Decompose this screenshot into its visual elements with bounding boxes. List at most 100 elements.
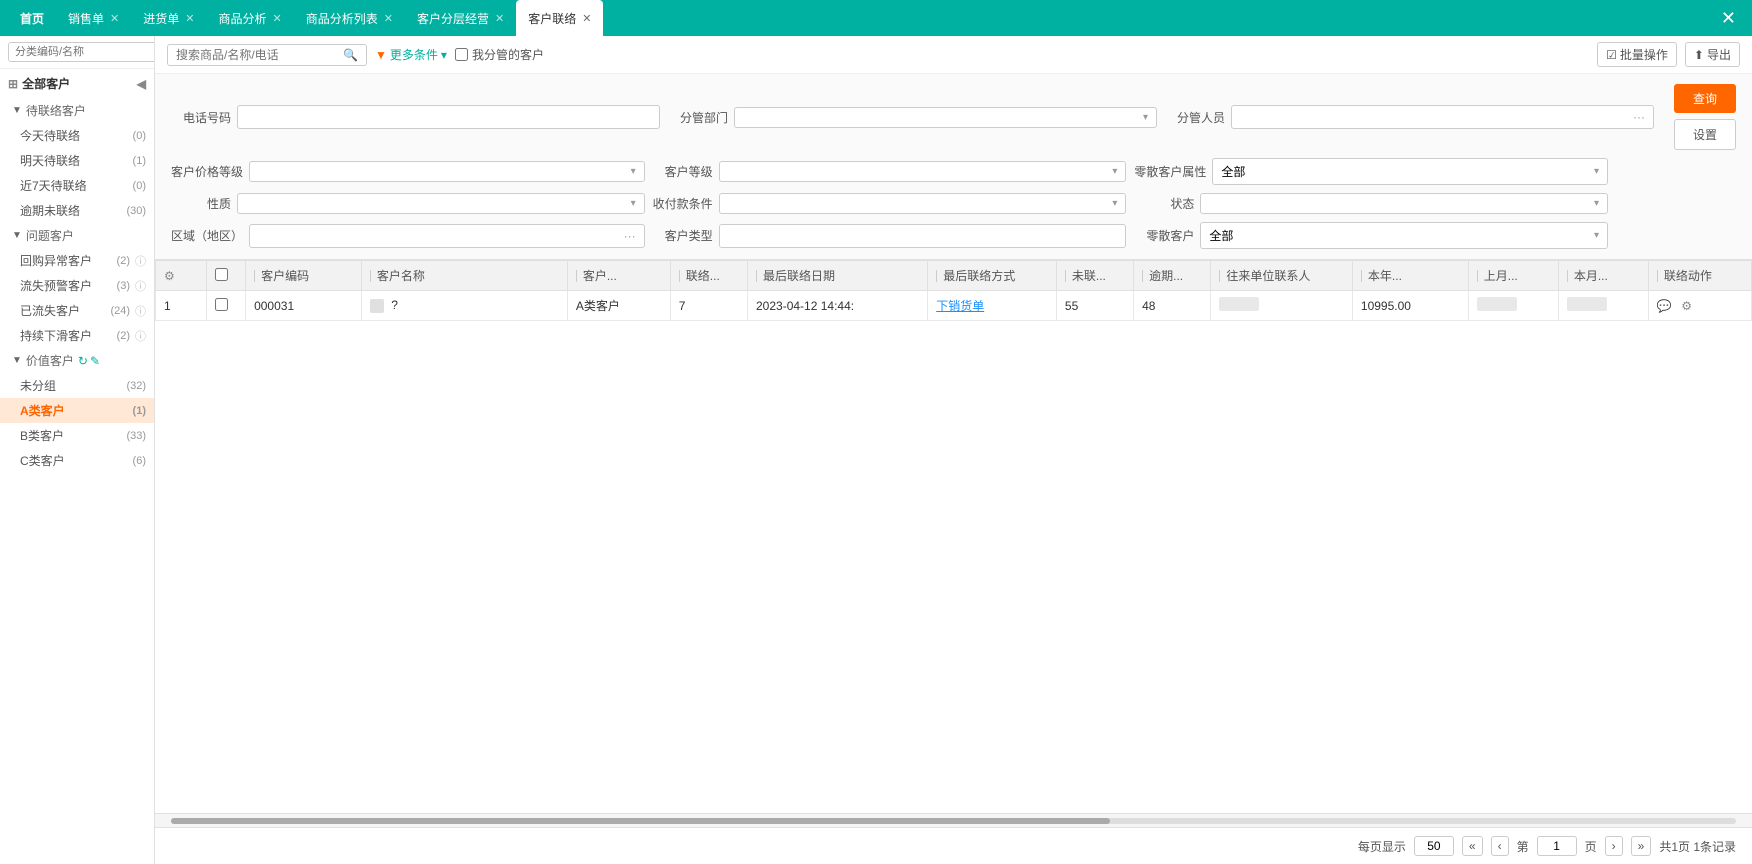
- price-level-select[interactable]: ▾: [249, 161, 645, 182]
- nav-tab-analysis[interactable]: 商品分析 ✕: [206, 0, 293, 36]
- nav-tab-sales[interactable]: 销售单 ✕: [56, 0, 131, 36]
- my-customers-label: 我分管的客户: [472, 46, 544, 63]
- sidebar-item-a-class[interactable]: A类客户 (1): [0, 398, 154, 423]
- close-icon[interactable]: ✕: [273, 12, 282, 25]
- region-select[interactable]: ···: [249, 224, 645, 248]
- status-select[interactable]: ▾: [1200, 193, 1608, 214]
- name-avatar: [370, 299, 384, 313]
- col-contact2-label: 往来单位联系人: [1226, 267, 1310, 284]
- settings-icon[interactable]: ⚙: [164, 269, 175, 283]
- group-problem-customers[interactable]: ▼ 问题客户: [0, 223, 154, 248]
- nav-tab-customer-contact-label: 客户联络: [528, 10, 576, 27]
- customer-name-text: ?: [391, 298, 398, 312]
- more-filter-button[interactable]: ▼ 更多条件 ▾: [375, 46, 447, 63]
- close-icon[interactable]: ✕: [110, 12, 119, 25]
- cell-name: ?: [361, 291, 567, 321]
- chevron-down-icon: ▾: [1112, 198, 1117, 209]
- action-chat-icon[interactable]: 💬: [1657, 299, 1672, 313]
- nav-tab-analysis-list[interactable]: 商品分析列表 ✕: [294, 0, 405, 36]
- my-customers-checkbox[interactable]: [455, 48, 468, 61]
- action-buttons: 查询 设置: [1674, 84, 1736, 150]
- horizontal-scrollbar[interactable]: [155, 813, 1752, 827]
- scatter-attr-select[interactable]: 全部 ▾: [1212, 158, 1608, 185]
- next-page-button[interactable]: ›: [1605, 836, 1623, 856]
- filter-field-person: 分管人员 ···: [1165, 105, 1654, 129]
- settings-button[interactable]: 设置: [1674, 119, 1736, 150]
- customer-level-select[interactable]: ▾: [719, 161, 1127, 182]
- sidebar-item-declining[interactable]: 持续下滑客户 (2) ⓘ: [0, 323, 154, 348]
- info-icon: ⓘ: [135, 328, 146, 344]
- scatter-select[interactable]: 全部 ▾: [1200, 222, 1608, 249]
- more-filter-label: 更多条件: [390, 46, 438, 63]
- last-page-button[interactable]: »: [1631, 836, 1652, 856]
- person-select[interactable]: ···: [1231, 105, 1654, 129]
- scatter-value: 全部: [1209, 227, 1233, 244]
- label: 流失预警客户: [20, 277, 92, 294]
- payment-select[interactable]: ▾: [719, 193, 1127, 214]
- filter-row-2: 客户价格等级 ▾ 客户等级 ▾ 零散客户属性 全部: [171, 158, 1736, 185]
- count: (2): [117, 330, 130, 342]
- per-page-input[interactable]: [1414, 836, 1454, 856]
- customer-type-input[interactable]: [719, 224, 1127, 248]
- nav-tab-customer-contact[interactable]: 客户联络 ✕: [516, 0, 603, 36]
- export-button[interactable]: ⬆ 导出: [1685, 42, 1740, 67]
- close-icon[interactable]: ✕: [582, 12, 591, 25]
- close-all-icon[interactable]: ✕: [1713, 8, 1744, 29]
- batch-op-button[interactable]: ☑ 批量操作: [1597, 42, 1677, 67]
- nav-tab-purchase[interactable]: 进货单 ✕: [131, 0, 206, 36]
- scrollbar-thumb[interactable]: [171, 818, 1110, 824]
- sidebar-item-overdue[interactable]: 逾期未联络 (30): [0, 198, 154, 223]
- action-settings-icon[interactable]: ⚙: [1681, 299, 1692, 313]
- nature-select[interactable]: ▾: [237, 193, 645, 214]
- sidebar-item-tomorrow[interactable]: 明天待联络 (1): [0, 148, 154, 173]
- row-checkbox[interactable]: [215, 298, 228, 311]
- last-method-link[interactable]: 下销货单: [936, 299, 984, 313]
- arrow-down-icon: ▼: [12, 105, 22, 116]
- payment-label: 收付款条件: [653, 195, 713, 212]
- col-sep: [1361, 270, 1362, 282]
- collapse-icon[interactable]: ◀: [137, 77, 146, 91]
- close-icon[interactable]: ✕: [384, 12, 393, 25]
- all-customers-label: 全部客户: [22, 75, 70, 92]
- col-action-label: 联络动作: [1664, 267, 1712, 284]
- col-this-year-label: 本年...: [1368, 267, 1402, 284]
- filter-search-icon[interactable]: 🔍: [343, 48, 358, 62]
- refresh-icon[interactable]: ↻: [78, 354, 88, 368]
- all-customers-header[interactable]: ⊞ 全部客户 ◀: [0, 69, 154, 98]
- first-page-button[interactable]: «: [1462, 836, 1483, 856]
- page-input[interactable]: [1537, 836, 1577, 856]
- close-icon[interactable]: ✕: [185, 12, 194, 25]
- sidebar-item-b-class[interactable]: B类客户 (33): [0, 423, 154, 448]
- batch-op-icon: ☑: [1606, 48, 1617, 62]
- sidebar-item-ungrouped[interactable]: 未分组 (32): [0, 373, 154, 398]
- page-suffix: 页: [1585, 838, 1597, 855]
- scrollbar-track: [171, 818, 1736, 824]
- region-label: 区域（地区）: [171, 227, 243, 244]
- close-icon[interactable]: ✕: [495, 12, 504, 25]
- sidebar-item-c-class[interactable]: C类客户 (6): [0, 448, 154, 473]
- sidebar-search-input[interactable]: [8, 42, 155, 62]
- sidebar-item-lost[interactable]: 已流失客户 (24) ⓘ: [0, 298, 154, 323]
- my-customers-checkbox-label[interactable]: 我分管的客户: [455, 46, 544, 63]
- sidebar-item-repurchase-abnormal[interactable]: 回购异常客户 (2) ⓘ: [0, 248, 154, 273]
- prev-page-button[interactable]: ‹: [1491, 836, 1509, 856]
- nav-tab-home[interactable]: 首页: [8, 0, 56, 36]
- phone-input[interactable]: [237, 105, 660, 129]
- table-row: 1 000031 ? A类客户 7 2023-04-12 14:44:: [156, 291, 1752, 321]
- cell-contact: 7: [670, 291, 747, 321]
- nav-tab-customer-ops[interactable]: 客户分层经营 ✕: [405, 0, 516, 36]
- sidebar-item-loss-warning[interactable]: 流失预警客户 (3) ⓘ: [0, 273, 154, 298]
- sidebar-item-today[interactable]: 今天待联络 (0): [0, 123, 154, 148]
- group-value-customers[interactable]: ▼ 价值客户 ↻ ✎: [0, 348, 154, 373]
- col-last-method: 最后联络方式: [928, 261, 1057, 291]
- filter-search-input[interactable]: [176, 48, 343, 62]
- sidebar-item-7days[interactable]: 近7天待联络 (0): [0, 173, 154, 198]
- group-pending-contact[interactable]: ▼ 待联络客户: [0, 98, 154, 123]
- col-settings[interactable]: ⚙: [156, 261, 207, 291]
- cell-overdue: 48: [1134, 291, 1211, 321]
- dept-select[interactable]: ▾: [734, 107, 1157, 128]
- query-button[interactable]: 查询: [1674, 84, 1736, 113]
- label: 回购异常客户: [20, 252, 92, 269]
- select-all-checkbox[interactable]: [215, 268, 228, 281]
- edit-icon[interactable]: ✎: [90, 354, 100, 368]
